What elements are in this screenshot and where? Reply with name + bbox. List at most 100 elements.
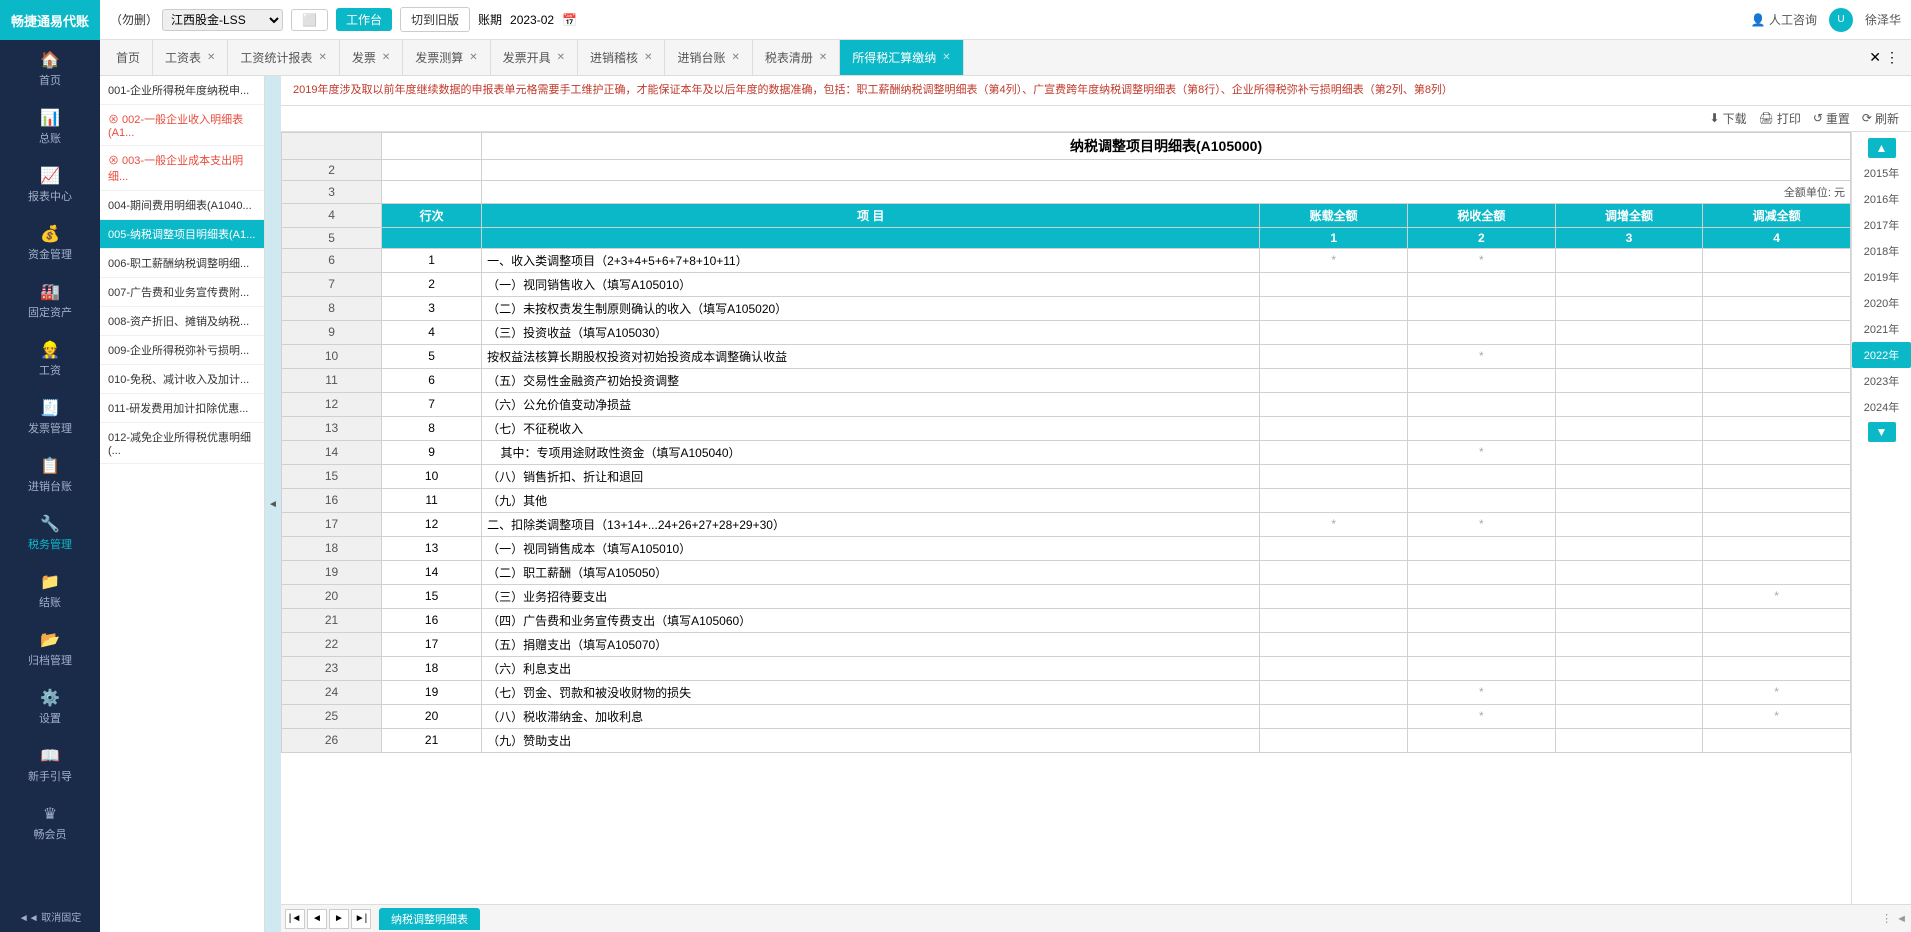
tab-wages[interactable]: 工资表 ✕ bbox=[153, 40, 228, 76]
tab-close-icon[interactable]: ✕ bbox=[318, 52, 326, 63]
tab-invoice-open[interactable]: 发票开具 ✕ bbox=[491, 40, 578, 76]
sidebar-item-tax[interactable]: 🔧 税务管理 bbox=[0, 504, 100, 562]
tab-close-icon[interactable]: ✕ bbox=[819, 52, 827, 63]
sidebar-item-ledger[interactable]: 📊 总账 bbox=[0, 98, 100, 156]
left-panel-item-008[interactable]: 008-资产折旧、摊销及纳税... bbox=[100, 307, 264, 336]
year-item-2021[interactable]: 2021年 bbox=[1852, 316, 1911, 342]
service-btn[interactable]: 👤 人工咨询 bbox=[1751, 11, 1817, 28]
user-avatar: U bbox=[1829, 8, 1853, 32]
table-row: 6 1 一、收入类调整项目（2+3+4+5+6+7+8+10+11） * * bbox=[282, 248, 1851, 272]
company-selector[interactable]: （勿删） 江西股金-LSS bbox=[110, 9, 283, 31]
tab-purchase-ledger[interactable]: 进销台账 ✕ bbox=[665, 40, 752, 76]
left-panel-item-005[interactable]: 005-纳税调整项目明细表(A1... bbox=[100, 220, 264, 249]
tab-close-icon[interactable]: ✕ bbox=[207, 52, 215, 63]
sheet-nav-prev-btn[interactable]: ◄ bbox=[307, 909, 327, 929]
tab-income-tax[interactable]: 所得税汇算缴纳 ✕ bbox=[840, 40, 963, 76]
year-item-2015[interactable]: 2015年 bbox=[1852, 160, 1911, 186]
tabs-menu-btn[interactable]: ⋮ bbox=[1885, 49, 1899, 66]
sidebar-item-close[interactable]: 📁 结账 bbox=[0, 562, 100, 620]
switch-version-btn[interactable]: 切到旧版 bbox=[400, 7, 470, 32]
tab-tax-list[interactable]: 税表清册 ✕ bbox=[753, 40, 840, 76]
company-dropdown[interactable]: 江西股金-LSS bbox=[162, 9, 283, 31]
sidebar-item-purchase-sales[interactable]: 📋 进销台账 bbox=[0, 446, 100, 504]
calendar-icon[interactable]: 📅 bbox=[562, 13, 577, 27]
tab-purchase-audit[interactable]: 进销稽核 ✕ bbox=[578, 40, 665, 76]
close-all-tabs-btn[interactable]: ✕ bbox=[1869, 49, 1881, 66]
year-item-2022[interactable]: 2022年 bbox=[1852, 342, 1911, 368]
sidebar-item-label: 首页 bbox=[39, 72, 61, 88]
tab-close-icon[interactable]: ✕ bbox=[942, 52, 950, 63]
left-panel-item-004[interactable]: 004-期间费用明细表(A1040... bbox=[100, 191, 264, 220]
collapse-panel-btn[interactable]: ◄ bbox=[265, 76, 281, 932]
table-row: 23 18 （六）利息支出 bbox=[282, 656, 1851, 680]
sidebar-item-invoices[interactable]: 🧾 发票管理 bbox=[0, 388, 100, 446]
sheet-nav-next-btn[interactable]: ► bbox=[329, 909, 349, 929]
sheet-tab-main[interactable]: 纳税调整明细表 bbox=[379, 908, 480, 930]
left-panel-item-012[interactable]: 012-减免企业所得税优惠明细(... bbox=[100, 423, 264, 464]
left-panel-item-002[interactable]: ⊗ 002-一般企业收入明细表(A1... bbox=[100, 105, 264, 146]
sidebar-item-wages[interactable]: 👷 工资 bbox=[0, 330, 100, 388]
year-item-2017[interactable]: 2017年 bbox=[1852, 212, 1911, 238]
tab-close-icon[interactable]: ✕ bbox=[644, 52, 652, 63]
sidebar-item-home[interactable]: 🏠 首页 bbox=[0, 40, 100, 98]
year-item-2024[interactable]: 2024年 bbox=[1852, 394, 1911, 420]
left-panel-item-010[interactable]: 010-免税、减计收入及加计... bbox=[100, 365, 264, 394]
spreadsheet-container: 纳税调整项目明细表(A105000) 2 3 bbox=[281, 132, 1911, 905]
tab-close-icon[interactable]: ✕ bbox=[382, 52, 390, 63]
sidebar-item-member[interactable]: ♛ 畅会员 bbox=[0, 794, 100, 852]
unit-cell: 全额单位: 元 bbox=[482, 180, 1851, 203]
tab-close-icon[interactable]: ✕ bbox=[557, 52, 565, 63]
left-panel-item-007[interactable]: 007-广告费和业务宣传费附... bbox=[100, 278, 264, 307]
tab-label: 税表清册 bbox=[765, 49, 813, 66]
sidebar-item-label: 设置 bbox=[39, 710, 61, 726]
download-btn[interactable]: ⬇ 下载 bbox=[1710, 110, 1747, 127]
sidebar-item-archive[interactable]: 📂 归档管理 bbox=[0, 620, 100, 678]
table-row: 12 7 （六）公允价值变动净损益 bbox=[282, 392, 1851, 416]
sheet-nav-last-btn[interactable]: ►| bbox=[351, 909, 371, 929]
year-nav-up-btn[interactable]: ▲ bbox=[1868, 138, 1896, 158]
toolbar: ⬇ 下载 🖨 打印 ↺ 重置 ⟳ 刷新 bbox=[281, 106, 1911, 132]
print-btn[interactable]: 🖨 打印 bbox=[1759, 110, 1801, 127]
table-row: 26 21 （九）赞助支出 bbox=[282, 728, 1851, 752]
tab-wage-stats[interactable]: 工资统计报表 ✕ bbox=[228, 40, 339, 76]
left-panel-item-006[interactable]: 006-职工薪酬纳税调整明细... bbox=[100, 249, 264, 278]
tab-invoice[interactable]: 发票 ✕ bbox=[340, 40, 403, 76]
sidebar-collapse-btn[interactable]: ◄◄ 取消固定 bbox=[15, 901, 86, 932]
left-panel-item-011[interactable]: 011-研发费用加计扣除优惠... bbox=[100, 394, 264, 423]
tab-label: 发票 bbox=[352, 49, 376, 66]
sidebar: 畅捷通易代账 🏠 首页 📊 总账 📈 报表中心 💰 资金管理 🏭 固定资产 👷 … bbox=[0, 0, 100, 932]
tab-home[interactable]: 首页 bbox=[104, 40, 153, 76]
sheet-nav-first-btn[interactable]: |◄ bbox=[285, 909, 305, 929]
print-icon: 🖨 bbox=[1759, 111, 1774, 125]
left-panel-item-009[interactable]: 009-企业所得税弥补亏损明... bbox=[100, 336, 264, 365]
sidebar-item-funds[interactable]: 💰 资金管理 bbox=[0, 214, 100, 272]
refresh-btn[interactable]: ⟳ 刷新 bbox=[1862, 110, 1899, 127]
workspace-btn[interactable]: 工作台 bbox=[336, 8, 392, 31]
reset-btn[interactable]: ↺ 重置 bbox=[1813, 110, 1850, 127]
left-panel-item-003[interactable]: ⊗ 003-一般企业成本支出明细... bbox=[100, 146, 264, 191]
download-icon: ⬇ bbox=[1710, 111, 1720, 125]
sidebar-item-label: 进销台账 bbox=[28, 478, 72, 494]
sidebar-item-settings[interactable]: ⚙️ 设置 bbox=[0, 678, 100, 736]
left-panel-item-001[interactable]: 001-企业所得税年度纳税申... bbox=[100, 76, 264, 105]
year-item-2020[interactable]: 2020年 bbox=[1852, 290, 1911, 316]
year-sidebar: ▲ 2015年 2016年 2017年 2018年 2019年 2020年 20… bbox=[1851, 132, 1911, 905]
spreadsheet-main[interactable]: 纳税调整项目明细表(A105000) 2 3 bbox=[281, 132, 1851, 905]
copy-btn[interactable]: ⬜ bbox=[291, 9, 328, 31]
year-item-2019[interactable]: 2019年 bbox=[1852, 264, 1911, 290]
tab-close-icon[interactable]: ✕ bbox=[469, 52, 477, 63]
year-item-2016[interactable]: 2016年 bbox=[1852, 186, 1911, 212]
sidebar-item-assets[interactable]: 🏭 固定资产 bbox=[0, 272, 100, 330]
tab-close-icon[interactable]: ✕ bbox=[731, 52, 739, 63]
year-nav-down-btn[interactable]: ▼ bbox=[1868, 422, 1896, 442]
sidebar-item-reports[interactable]: 📈 报表中心 bbox=[0, 156, 100, 214]
year-item-2018[interactable]: 2018年 bbox=[1852, 238, 1911, 264]
year-item-2023[interactable]: 2023年 bbox=[1852, 368, 1911, 394]
tab-invoice-calc[interactable]: 发票测算 ✕ bbox=[403, 40, 490, 76]
col-header-2: 税收全额 bbox=[1408, 203, 1556, 227]
sheet-tab-bar: |◄ ◄ ► ►| 纳税调整明细表 ⋮ ◄ bbox=[281, 904, 1911, 932]
sidebar-item-label: 归档管理 bbox=[28, 652, 72, 668]
sidebar-item-guide[interactable]: 📖 新手引导 bbox=[0, 736, 100, 794]
home-icon: 🏠 bbox=[40, 50, 60, 70]
table-row: 3 全额单位: 元 bbox=[282, 180, 1851, 203]
